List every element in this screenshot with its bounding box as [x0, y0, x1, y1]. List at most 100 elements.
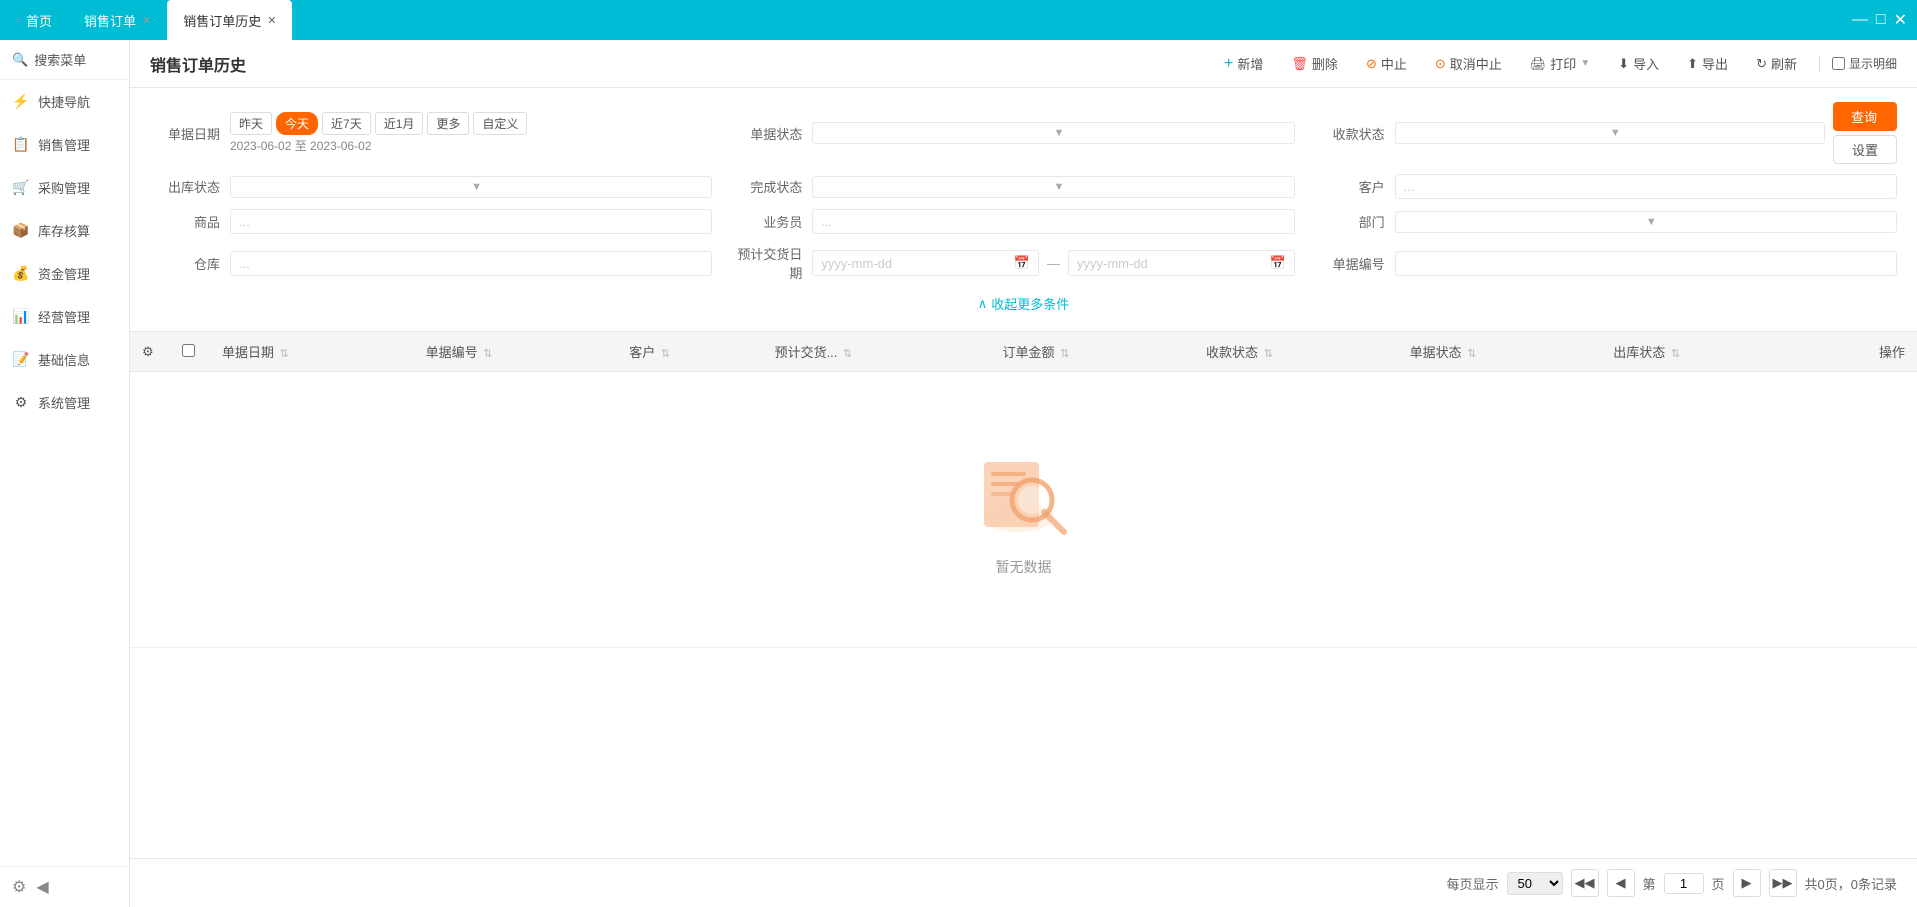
print-button[interactable]: 🖨 打印 ▼	[1520, 50, 1600, 77]
date-sort-icon[interactable]: ⇅	[280, 348, 289, 360]
top-bar: 首页 销售订单 ✕ 销售订单历史 ✕ — □ ✕	[0, 0, 1917, 40]
calendar-from-icon[interactable]: 📅	[1014, 255, 1030, 271]
settings-button[interactable]: 设置	[1833, 135, 1897, 164]
date-btn-today[interactable]: 今天	[276, 112, 318, 135]
date-dash: —	[1047, 256, 1060, 271]
filter-doc-number-input-box[interactable]	[1395, 251, 1897, 276]
collapse-more-btn[interactable]: ∧ 收起更多条件	[150, 290, 1897, 317]
filter-goods-input[interactable]	[239, 214, 703, 229]
filter-warehouse-input-box[interactable]	[230, 251, 712, 276]
amount-sort-icon[interactable]: ⇅	[1060, 348, 1069, 360]
prev-page-btn[interactable]: ◀	[1607, 869, 1635, 897]
filter-delivery-date-cell: 预计交货日期 📅 — 📅	[732, 244, 1314, 282]
toolbar-divider	[1819, 56, 1820, 72]
sidebar-item-sales-mgmt-label: 销售管理	[38, 135, 90, 154]
empty-state-row: 暂无数据	[130, 372, 1917, 648]
calendar-to-icon[interactable]: 📅	[1269, 255, 1285, 271]
filter-delivery-to-input[interactable]	[1077, 256, 1269, 271]
add-label: 新增	[1237, 54, 1263, 73]
sidebar-search[interactable]: 🔍 搜索菜单	[0, 40, 129, 80]
per-page-select[interactable]: 50 10 20 100	[1507, 872, 1563, 895]
sidebar-item-purchase-mgmt[interactable]: 🛒 采购管理	[0, 166, 129, 209]
export-button[interactable]: ⬆ 导出	[1677, 50, 1738, 77]
cancel-stop-button[interactable]: ⊙ 取消中止	[1425, 50, 1512, 77]
filter-warehouse-label: 仓库	[150, 254, 230, 273]
date-btn-more[interactable]: 更多	[427, 112, 469, 135]
close-btn[interactable]: ✕	[1894, 10, 1907, 30]
doc-status-sort-icon[interactable]: ⇅	[1467, 348, 1476, 360]
date-btn-1month[interactable]: 近1月	[375, 112, 424, 135]
cancel-stop-icon: ⊙	[1435, 56, 1446, 72]
minimize-btn[interactable]: —	[1852, 11, 1868, 29]
filter-row-3: 商品 业务员 部门 ▼	[150, 209, 1897, 234]
tab-home[interactable]: 首页	[10, 0, 68, 40]
sidebar-item-quick-nav[interactable]: ⚡ 快捷导航	[0, 80, 129, 123]
filter-delivery-to-box[interactable]: 📅	[1068, 250, 1295, 276]
date-btn-yesterday[interactable]: 昨天	[230, 112, 272, 135]
tab-sales-order-history[interactable]: 销售订单历史 ✕	[167, 0, 292, 40]
filter-customer-input-box[interactable]	[1395, 174, 1897, 199]
filter-stock-status-select[interactable]: ▼	[230, 176, 712, 198]
sidebar-item-sales-mgmt[interactable]: 📋 销售管理	[0, 123, 129, 166]
import-icon: ⬇	[1618, 56, 1629, 72]
filter-doc-status-label: 单据状态	[732, 124, 812, 143]
display-cols-input[interactable]	[1832, 57, 1845, 70]
table-settings-icon[interactable]: ⚙	[142, 344, 154, 359]
page-number-input[interactable]	[1664, 873, 1704, 894]
collapse-icon[interactable]: ◀	[36, 877, 48, 897]
filter-salesman-input-box[interactable]	[812, 209, 1294, 234]
maximize-btn[interactable]: □	[1876, 11, 1886, 29]
query-button[interactable]: 查询	[1833, 102, 1897, 131]
date-range-display: 2023-06-02 至 2023-06-02	[230, 137, 527, 154]
purchase-mgmt-icon: 🛒	[12, 179, 30, 197]
expected-date-sort-icon[interactable]: ⇅	[843, 348, 852, 360]
sidebar-item-basic-info[interactable]: 📝 基础信息	[0, 338, 129, 381]
filter-dept-select[interactable]: ▼	[1395, 211, 1897, 233]
date-btn-custom[interactable]: 自定义	[473, 112, 527, 135]
next-page-btn[interactable]: ▶	[1733, 869, 1761, 897]
refresh-button[interactable]: ↻ 刷新	[1746, 50, 1807, 77]
filter-doc-number-input[interactable]	[1404, 256, 1888, 271]
tab-sales-order-close[interactable]: ✕	[142, 14, 151, 27]
filter-goods-input-box[interactable]	[230, 209, 712, 234]
import-label: 导入	[1633, 54, 1659, 73]
filter-payment-status-label: 收款状态	[1315, 124, 1395, 143]
customer-sort-icon[interactable]: ⇅	[661, 348, 670, 360]
sidebar-item-operations[interactable]: 📊 经营管理	[0, 295, 129, 338]
sidebar-item-finance[interactable]: 💰 资金管理	[0, 252, 129, 295]
empty-state-cell: 暂无数据	[130, 372, 1917, 648]
display-cols-checkbox[interactable]: 显示明细	[1832, 55, 1897, 72]
sidebar-item-finance-label: 资金管理	[38, 264, 90, 283]
settings-label: 设置	[1852, 140, 1878, 159]
add-button[interactable]: + 新增	[1214, 50, 1273, 77]
settings-icon[interactable]: ⚙	[12, 877, 26, 897]
tab-sales-order[interactable]: 销售订单 ✕	[68, 0, 167, 40]
sidebar-item-sys-mgmt[interactable]: ⚙ 系统管理	[0, 381, 129, 424]
filter-goods-cell: 商品	[150, 209, 732, 234]
filter-goods-label: 商品	[150, 212, 230, 231]
stop-button[interactable]: ⊘ 中止	[1356, 50, 1417, 77]
tab-sales-order-history-close[interactable]: ✕	[267, 14, 276, 27]
date-btn-7days[interactable]: 近7天	[322, 112, 371, 135]
filter-complete-status-cell: 完成状态 ▼	[732, 176, 1314, 198]
col-customer-label: 客户	[629, 345, 655, 360]
sidebar-item-sys-mgmt-label: 系统管理	[38, 393, 90, 412]
filter-delivery-from-input[interactable]	[821, 256, 1013, 271]
delete-button[interactable]: 🗑 删除	[1281, 50, 1348, 77]
last-page-btn[interactable]: ▶▶	[1769, 869, 1797, 897]
filter-warehouse-input[interactable]	[239, 256, 703, 271]
operations-icon: 📊	[12, 308, 30, 326]
first-page-btn[interactable]: ◀◀	[1571, 869, 1599, 897]
filter-complete-status-select[interactable]: ▼	[812, 176, 1294, 198]
filter-doc-status-select[interactable]: ▼	[812, 122, 1294, 144]
filter-salesman-input[interactable]	[821, 214, 1285, 229]
payment-status-sort-icon[interactable]: ⇅	[1264, 348, 1273, 360]
filter-delivery-from-box[interactable]: 📅	[812, 250, 1039, 276]
filter-payment-status-select[interactable]: ▼	[1395, 122, 1825, 144]
number-sort-icon[interactable]: ⇅	[483, 348, 492, 360]
stock-status-sort-icon[interactable]: ⇅	[1671, 348, 1680, 360]
import-button[interactable]: ⬇ 导入	[1608, 50, 1669, 77]
filter-customer-input[interactable]	[1404, 179, 1888, 194]
select-all-checkbox[interactable]	[182, 344, 195, 357]
sidebar-item-inventory[interactable]: 📦 库存核算	[0, 209, 129, 252]
